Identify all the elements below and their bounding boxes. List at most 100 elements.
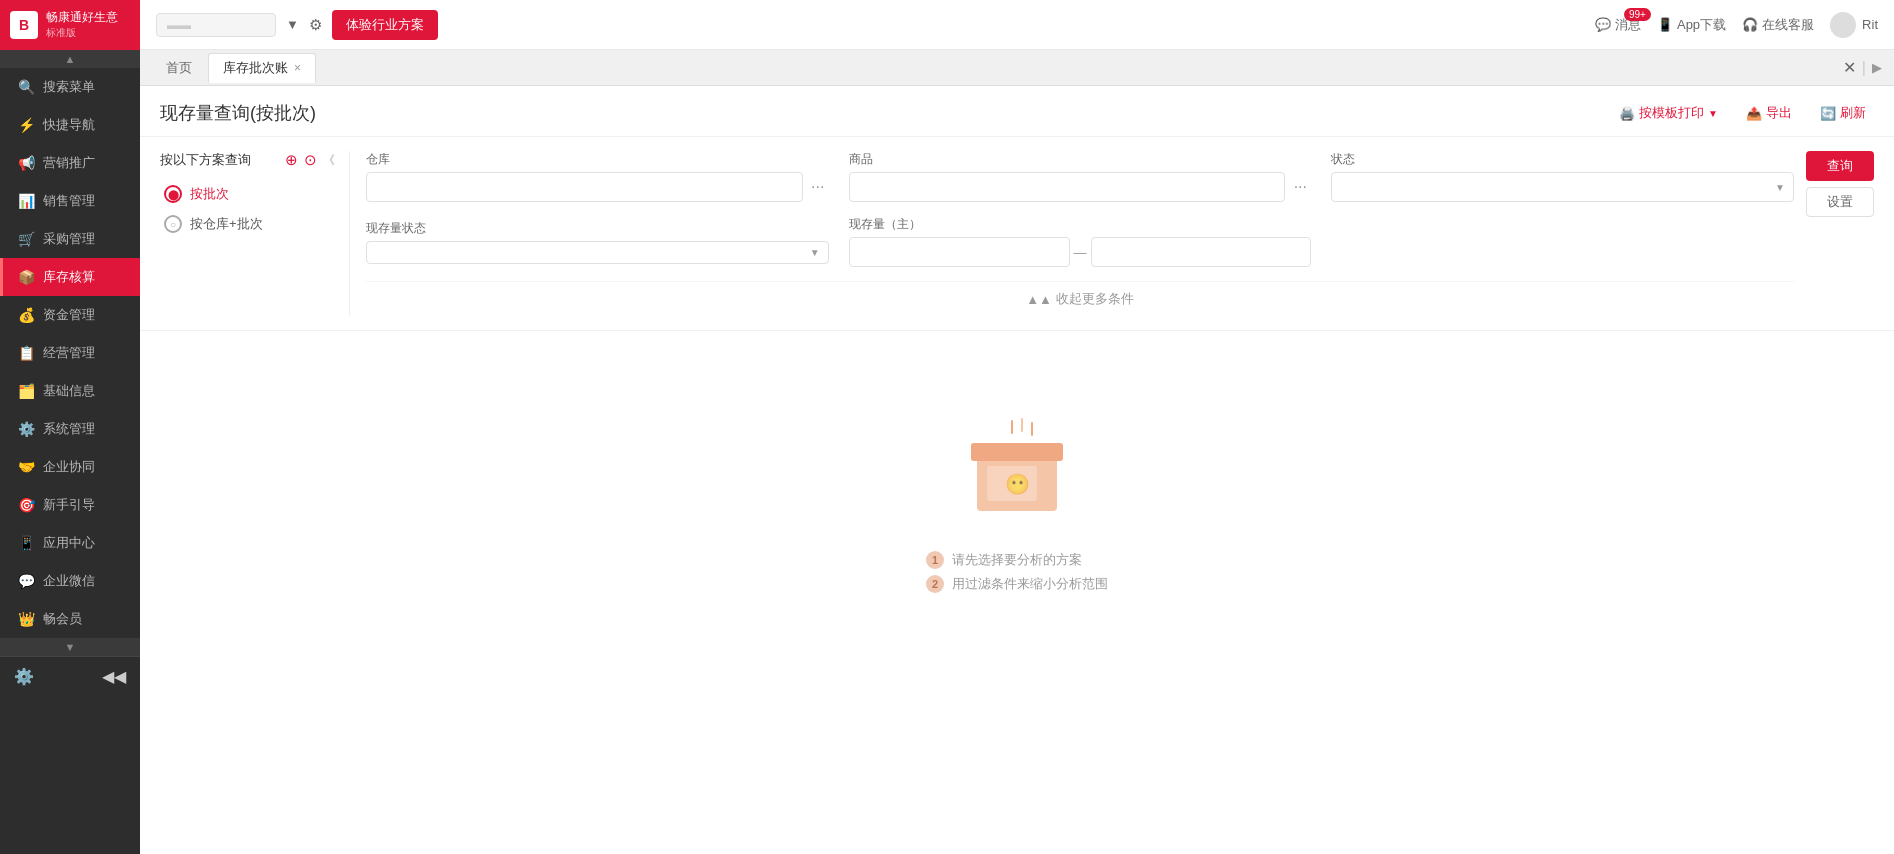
sidebar-footer: ⚙️ ◀◀ <box>0 656 140 696</box>
stock-status-field: 现存量状态 ▼ <box>366 220 829 264</box>
collapse-plans-btn[interactable]: 《 <box>323 152 335 169</box>
basics-icon: 🗂️ <box>17 382 35 400</box>
sidebar-item-inventory[interactable]: 📦 库存核算 <box>0 258 140 296</box>
sidebar-item-quick-nav[interactable]: ⚡ 快捷导航 <box>0 106 140 144</box>
empty-illustration: 😶 <box>957 411 1077 521</box>
sidebar-item-system[interactable]: ⚙️ 系统管理 <box>0 410 140 448</box>
collapse-sidebar-icon[interactable]: ◀◀ <box>102 667 126 686</box>
filter-title-text: 按以下方案查询 <box>160 151 251 169</box>
filter-title: 按以下方案查询 ⊕ ⊙ 《 <box>160 151 335 169</box>
tab-home[interactable]: 首页 <box>152 53 206 83</box>
filter-form-area: 仓库 ··· 商品 ··· <box>366 151 1874 316</box>
user-menu[interactable]: Rit <box>1830 12 1878 38</box>
sidebar-item-purchase[interactable]: 🛒 采购管理 <box>0 220 140 258</box>
sidebar-item-operations[interactable]: 📋 经营管理 <box>0 334 140 372</box>
plan-warehouse-icon: ○ <box>164 215 182 233</box>
main-area: ▬▬ ▼ ⚙ 体验行业方案 💬 消息 99+ 📱 App下载 🎧 在线客服 Ri <box>140 0 1894 854</box>
empty-state: 😶 1 请先选择要分析的方案 2 用过滤条件来缩小分析范围 <box>140 331 1894 673</box>
settings-plan-btn[interactable]: ⊙ <box>304 151 317 169</box>
member-icon: 👑 <box>17 610 35 628</box>
print-btn[interactable]: 🖨️ 按模板打印 ▼ <box>1611 100 1726 126</box>
search-btn[interactable]: 查询 <box>1806 151 1874 181</box>
marketing-icon: 📢 <box>17 154 35 172</box>
user-avatar <box>1830 12 1856 38</box>
content-area: 现存量查询(按批次) 🖨️ 按模板打印 ▼ 📤 导出 🔄 刷新 <box>140 86 1894 854</box>
add-plan-btn[interactable]: ⊕ <box>285 151 298 169</box>
sidebar-item-newbie[interactable]: 🎯 新手引导 <box>0 486 140 524</box>
warehouse-dots-btn[interactable]: ··· <box>807 176 829 198</box>
collapse-more-btn[interactable]: ▲▲ 收起更多条件 <box>366 281 1794 316</box>
sidebar-item-basics[interactable]: 🗂️ 基础信息 <box>0 372 140 410</box>
sidebar-item-label: 资金管理 <box>43 306 95 324</box>
sidebar-header: B 畅康通好生意 标准版 <box>0 0 140 50</box>
search-icon: 🔍 <box>17 78 35 96</box>
quick-nav-icon: ⚡ <box>17 116 35 134</box>
stock-qty-min-input[interactable] <box>849 237 1070 267</box>
print-label: 按模板打印 <box>1639 104 1704 122</box>
sidebar-item-sales[interactable]: 📊 销售管理 <box>0 182 140 220</box>
sidebar: B 畅康通好生意 标准版 ▲ 🔍 搜索菜单 ⚡ 快捷导航 📢 营销推广 📊 销售… <box>0 0 140 854</box>
scroll-up[interactable]: ▲ <box>0 50 140 68</box>
status-select[interactable]: ▼ <box>1331 172 1794 202</box>
tip-num-2: 2 <box>926 575 944 593</box>
refresh-btn[interactable]: 🔄 刷新 <box>1812 100 1874 126</box>
sidebar-item-app-center[interactable]: 📱 应用中心 <box>0 524 140 562</box>
filter-plans: 按以下方案查询 ⊕ ⊙ 《 ⬤ 按批次 ○ 按仓库+批次 <box>160 151 350 316</box>
plan-by-warehouse-batch[interactable]: ○ 按仓库+批次 <box>160 209 335 239</box>
tab-close-btn[interactable]: × <box>294 61 301 75</box>
tab-more-icon[interactable]: ▶ <box>1872 60 1882 75</box>
enterprise-icon: 🤝 <box>17 458 35 476</box>
sidebar-item-marketing[interactable]: 📢 营销推广 <box>0 144 140 182</box>
headset-icon: 🎧 <box>1742 17 1758 32</box>
tip-2-text: 用过滤条件来缩小分析范围 <box>952 575 1108 593</box>
plan-by-batch[interactable]: ⬤ 按批次 <box>160 179 335 209</box>
sidebar-item-wechat[interactable]: 💬 企业微信 <box>0 562 140 600</box>
sidebar-item-member[interactable]: 👑 畅会员 <box>0 600 140 638</box>
sales-icon: 📊 <box>17 192 35 210</box>
online-service-btn[interactable]: 🎧 在线客服 <box>1742 16 1814 34</box>
empty-tips: 1 请先选择要分析的方案 2 用过滤条件来缩小分析范围 <box>926 551 1108 593</box>
tab-inventory-batch[interactable]: 库存批次账 × <box>208 53 316 83</box>
page-actions: 🖨️ 按模板打印 ▼ 📤 导出 🔄 刷新 <box>1611 100 1874 126</box>
stock-qty-max-input[interactable] <box>1091 237 1312 267</box>
filter-form: 仓库 ··· 商品 ··· <box>366 151 1794 316</box>
page-header: 现存量查询(按批次) 🖨️ 按模板打印 ▼ 📤 导出 🔄 刷新 <box>140 86 1894 137</box>
app-download-label: App下载 <box>1677 16 1726 34</box>
sidebar-item-label: 营销推广 <box>43 154 95 172</box>
empty-svg: 😶 <box>957 411 1077 521</box>
print-dropdown-icon: ▼ <box>1708 108 1718 119</box>
topbar-gear-icon[interactable]: ⚙ <box>309 16 322 34</box>
settings-footer-icon[interactable]: ⚙️ <box>14 667 34 686</box>
app-name: 畅康通好生意 <box>46 10 118 26</box>
system-icon: ⚙️ <box>17 420 35 438</box>
topbar-dropdown-icon[interactable]: ▼ <box>286 17 299 32</box>
page-close-btn[interactable]: ✕ <box>1843 58 1856 77</box>
scroll-down[interactable]: ▼ <box>0 638 140 656</box>
product-label: 商品 <box>849 151 1312 168</box>
wechat-icon: 💬 <box>17 572 35 590</box>
product-dots-btn[interactable]: ··· <box>1289 176 1311 198</box>
range-dash: — <box>1074 245 1087 260</box>
stock-status-select[interactable]: ▼ <box>366 241 829 264</box>
product-input[interactable] <box>849 172 1286 202</box>
filter-row-1: 仓库 ··· 商品 ··· <box>366 151 1794 202</box>
purchase-icon: 🛒 <box>17 230 35 248</box>
app-download-btn[interactable]: 📱 App下载 <box>1657 16 1726 34</box>
topbar-right: 💬 消息 99+ 📱 App下载 🎧 在线客服 Rit <box>1595 12 1878 38</box>
experience-btn[interactable]: 体验行业方案 <box>332 10 438 40</box>
warehouse-input[interactable] <box>366 172 803 202</box>
topbar-left: ▬▬ ▼ ⚙ 体验行业方案 <box>156 10 1585 40</box>
product-input-row: ··· <box>849 172 1312 202</box>
sidebar-item-label: 搜索菜单 <box>43 78 95 96</box>
page-title: 现存量查询(按批次) <box>160 101 316 125</box>
user-name: Rit <box>1862 17 1878 32</box>
topbar-search-box: ▬▬ <box>156 13 276 37</box>
sidebar-item-search[interactable]: 🔍 搜索菜单 <box>0 68 140 106</box>
export-btn[interactable]: 📤 导出 <box>1738 100 1800 126</box>
stock-status-arrow: ▼ <box>810 247 820 258</box>
status-field: 状态 ▼ <box>1331 151 1794 202</box>
sidebar-item-enterprise[interactable]: 🤝 企业协同 <box>0 448 140 486</box>
settings-btn[interactable]: 设置 <box>1806 187 1874 217</box>
sidebar-item-finance[interactable]: 💰 资金管理 <box>0 296 140 334</box>
messages-btn[interactable]: 💬 消息 99+ <box>1595 16 1641 34</box>
